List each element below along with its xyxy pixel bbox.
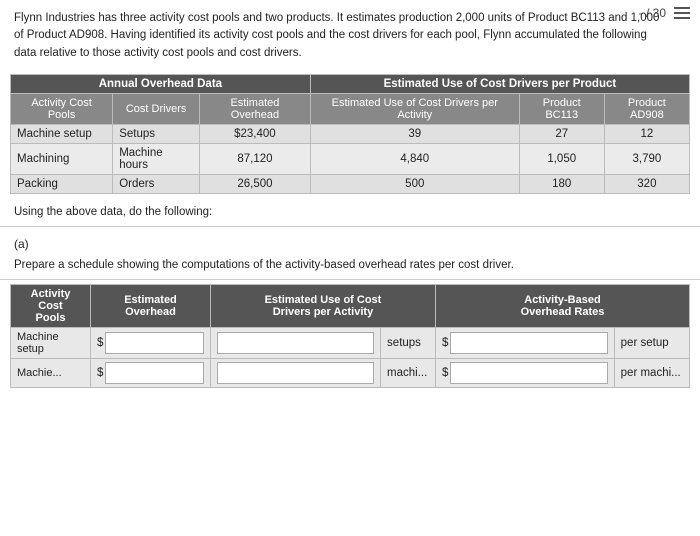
table-row: Packing Orders 26,500 500 180 320 [11, 174, 690, 193]
bottom-cost-driver-input-cell[interactable] [211, 327, 381, 358]
per-label-1: per setup [621, 337, 669, 349]
bottom-activity-cell: Machinesetup [11, 327, 91, 358]
overhead-cell: 26,500 [200, 174, 311, 193]
est-use-cell: 39 [310, 124, 519, 143]
col-header-estimated-overhead: Estimated Overhead [200, 93, 311, 124]
dollar-sign-1: $ [97, 337, 103, 349]
main-data-table: Annual Overhead Data Estimated Use of Co… [10, 74, 690, 194]
divider [0, 226, 700, 227]
ad908-cell: 320 [604, 174, 689, 193]
bc113-cell: 1,050 [519, 143, 604, 174]
main-table-wrapper: Annual Overhead Data Estimated Use of Co… [0, 68, 700, 198]
bottom-table-row: Machie... $ machi... $ [11, 358, 690, 387]
bottom-col-estimated: EstimatedOverhead [91, 284, 211, 327]
estimated-use-header: Estimated Use of Cost Drivers per Produc… [310, 74, 689, 93]
table-row: Machine setup Setups $23,400 39 27 12 [11, 124, 690, 143]
cost-driver-input-2[interactable] [217, 362, 374, 384]
per-label-2: per machi... [621, 367, 681, 379]
unit-label-2: machi... [387, 367, 427, 379]
bottom-table-row: Machinesetup $ setups $ [11, 327, 690, 358]
col-header-estimated-use: Estimated Use of Cost Drivers per Activi… [310, 93, 519, 124]
dollar-sign-2: $ [442, 337, 448, 349]
col-header-product-ad908: Product AD908 [604, 93, 689, 124]
ad908-cell: 12 [604, 124, 689, 143]
overhead-cell: 87,120 [200, 143, 311, 174]
bottom-rate-dollar-cell-2[interactable]: $ [435, 358, 614, 387]
bottom-overhead-input-cell-2[interactable]: $ [91, 358, 211, 387]
activity-cell: Machining [11, 143, 113, 174]
col-header-activity-cost-pools: Activity Cost Pools [11, 93, 113, 124]
main-table-header-row-2: Activity Cost Pools Cost Drivers Estimat… [11, 93, 690, 124]
table-row: Machining Machine hours 87,120 4,840 1,0… [11, 143, 690, 174]
below-table-label: Using the above data, do the following: [14, 206, 212, 218]
unit-label-1: setups [387, 337, 421, 349]
below-table-text: Using the above data, do the following: [0, 198, 700, 224]
section-a-description-text: Prepare a schedule showing the computati… [14, 259, 514, 271]
bottom-unit-label-cell-2: machi... [381, 358, 436, 387]
driver-cell: Setups [113, 124, 200, 143]
bottom-col-cost-drivers: Estimated Use of CostDrivers per Activit… [211, 284, 436, 327]
bottom-table-header-row: ActivityCostPools EstimatedOverhead Esti… [11, 284, 690, 327]
activity-label-2: Machie... [17, 367, 62, 379]
page-counter-area: - / 30 [639, 6, 690, 20]
est-use-cell: 500 [310, 174, 519, 193]
bottom-col-activity: ActivityCostPools [11, 284, 91, 327]
section-a-label: (a) [0, 229, 700, 255]
main-table-header-row-1: Annual Overhead Data Estimated Use of Co… [11, 74, 690, 93]
bc113-cell: 27 [519, 124, 604, 143]
bottom-overhead-input-cell[interactable]: $ [91, 327, 211, 358]
ad908-cell: 3,790 [604, 143, 689, 174]
intro-text: Flynn Industries has three activity cost… [14, 12, 659, 59]
bc113-cell: 180 [519, 174, 604, 193]
page-counter: - / 30 [639, 6, 666, 20]
annual-overhead-header: Annual Overhead Data [11, 74, 311, 93]
bottom-per-label-cell-2: per machi... [614, 358, 689, 387]
driver-cell: Orders [113, 174, 200, 193]
bottom-activity-cell-2: Machie... [11, 358, 91, 387]
cost-driver-input-1[interactable] [217, 332, 374, 354]
overhead-input-1[interactable] [105, 332, 204, 354]
rate-input-1[interactable] [450, 332, 607, 354]
bottom-unit-label-cell: setups [381, 327, 436, 358]
intro-paragraph: Flynn Industries has three activity cost… [0, 0, 680, 68]
activity-cell: Machine setup [11, 124, 113, 143]
est-use-cell: 4,840 [310, 143, 519, 174]
bottom-col-activity-based: Activity-BasedOverhead Rates [435, 284, 689, 327]
bottom-cost-driver-input-cell-2[interactable] [211, 358, 381, 387]
activity-cell: Packing [11, 174, 113, 193]
bottom-rate-dollar-cell[interactable]: $ [435, 327, 614, 358]
dollar-sign-4: $ [442, 367, 448, 379]
driver-cell: Machine hours [113, 143, 200, 174]
bottom-table-wrapper: ActivityCostPools EstimatedOverhead Esti… [0, 279, 700, 392]
bottom-input-table: ActivityCostPools EstimatedOverhead Esti… [10, 284, 690, 388]
bottom-per-label-cell: per setup [614, 327, 689, 358]
menu-icon[interactable] [674, 7, 690, 19]
col-header-product-bc113: Product BC113 [519, 93, 604, 124]
col-header-cost-drivers: Cost Drivers [113, 93, 200, 124]
overhead-cell: $23,400 [200, 124, 311, 143]
rate-input-2[interactable] [450, 362, 607, 384]
section-a-desc: Prepare a schedule showing the computati… [0, 255, 700, 279]
dollar-sign-3: $ [97, 367, 103, 379]
overhead-input-2[interactable] [105, 362, 204, 384]
section-a-letter: (a) [14, 237, 29, 251]
